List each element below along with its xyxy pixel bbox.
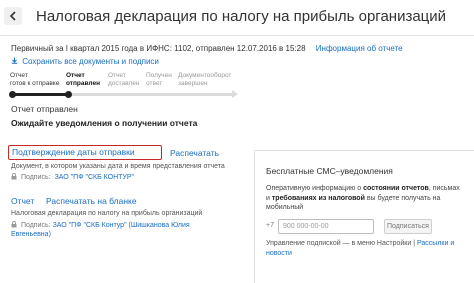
save-docs-row[interactable]: Сохранить все документы и подписи [11,57,159,66]
back-button[interactable] [4,7,22,25]
chevron-left-icon [9,11,16,21]
progress-dot-start [9,91,16,98]
header-bar: Налоговая декларация по налогу на прибыл… [0,0,474,36]
sms-desc-bold1: состоянии отчетов [363,185,429,192]
step-sent-line1: Отчет [66,72,85,79]
report-link[interactable]: Отчет [11,196,34,206]
progress-arrow-end [232,90,238,98]
manage-text: Управление подпиской — в меню Настройки … [266,240,417,247]
confirmation-signature: Подпись: ЗАО "ПФ "СКБ КОНТУР" [11,173,134,181]
report-signature-org-link[interactable]: ЗАО "ПФ "СКБ Контур" (Шишканова Юлия [53,222,190,229]
step-delivered-line2: доставлен [108,79,140,87]
sms-description: Оперативную информацию о состоянии отчет… [266,184,464,213]
sms-panel: Бесплатные СМС–уведомления Оперативную и… [254,150,474,283]
phone-prefix: +7 [266,222,274,229]
confirmation-description: Документ, в котором указаны дата и время… [11,163,225,170]
step-ready-line2: готов к отправке [10,79,60,87]
report-meta: Первичный за I квартал 2015 года в ИФНС:… [11,44,403,53]
sms-desc-bold2: требованиях из налоговой [271,194,365,202]
step-answer-line1: Получен [146,72,172,79]
confirmation-link[interactable]: Подтверждение даты отправки [12,147,135,157]
phone-input[interactable] [278,219,374,234]
sms-desc-part1: Оперативную информацию о [266,185,364,192]
report-meta-text: Первичный за I квартал 2015 года в ИФНС:… [11,44,306,53]
step-sent: Отчет отправлен [66,72,100,87]
signature-org-link[interactable]: ЗАО "ПФ "СКБ КОНТУР" [55,174,134,181]
step-ready: Отчет готов к отправке [10,72,59,87]
step-ready-line1: Отчет [10,72,28,79]
subscription-management: Управление подпиской — в меню Настройки … [266,239,466,258]
report-info-link[interactable]: Информация об отчете [316,44,403,53]
signature-icon [11,173,17,180]
report-signature: Подпись: ЗАО "ПФ "СКБ Контур" (Шишканова… [11,221,190,229]
status-waiting: Ожидайте уведомления о получении отчета [11,118,198,128]
report-signature-org-cont[interactable]: Евгеньевна) [11,231,51,238]
step-delivered-line1: Отчет [108,72,126,79]
progress-fill [10,93,66,96]
report-description: Налоговая декларация по налогу на прибыл… [11,210,203,217]
download-icon [11,57,18,64]
step-completed: Документооборот завершен [178,72,231,87]
step-completed-line1: Документооборот [178,72,232,79]
confirmation-highlight: Подтверждение даты отправки [8,145,162,160]
step-completed-line2: завершен [178,79,208,87]
print-confirmation-link[interactable]: Распечатать [170,148,219,158]
subscribe-button[interactable]: Подписаться [384,219,432,234]
save-docs-link[interactable]: Сохранить все документы и подписи [22,57,159,66]
progress-tracker: Отчет готов к отправке Отчет отправлен О… [9,72,240,102]
signature-prefix: Подпись: [20,222,51,229]
sms-title: Бесплатные СМС–уведомления [266,166,393,176]
status-sent: Отчет отправлен [11,104,78,114]
print-blank-link[interactable]: Распечатать на бланке [46,196,137,206]
step-sent-line2: отправлен [66,79,100,87]
signature-icon [11,221,17,228]
step-answer: Получен ответ [146,72,172,87]
progress-track [10,93,232,96]
step-delivered: Отчет доставлен [108,72,139,87]
progress-dot-current [65,91,72,98]
signature-prefix: Подпись: [20,174,51,181]
page-title: Налоговая декларация по налогу на прибыл… [36,8,447,25]
step-answer-line2: ответ [146,79,163,87]
